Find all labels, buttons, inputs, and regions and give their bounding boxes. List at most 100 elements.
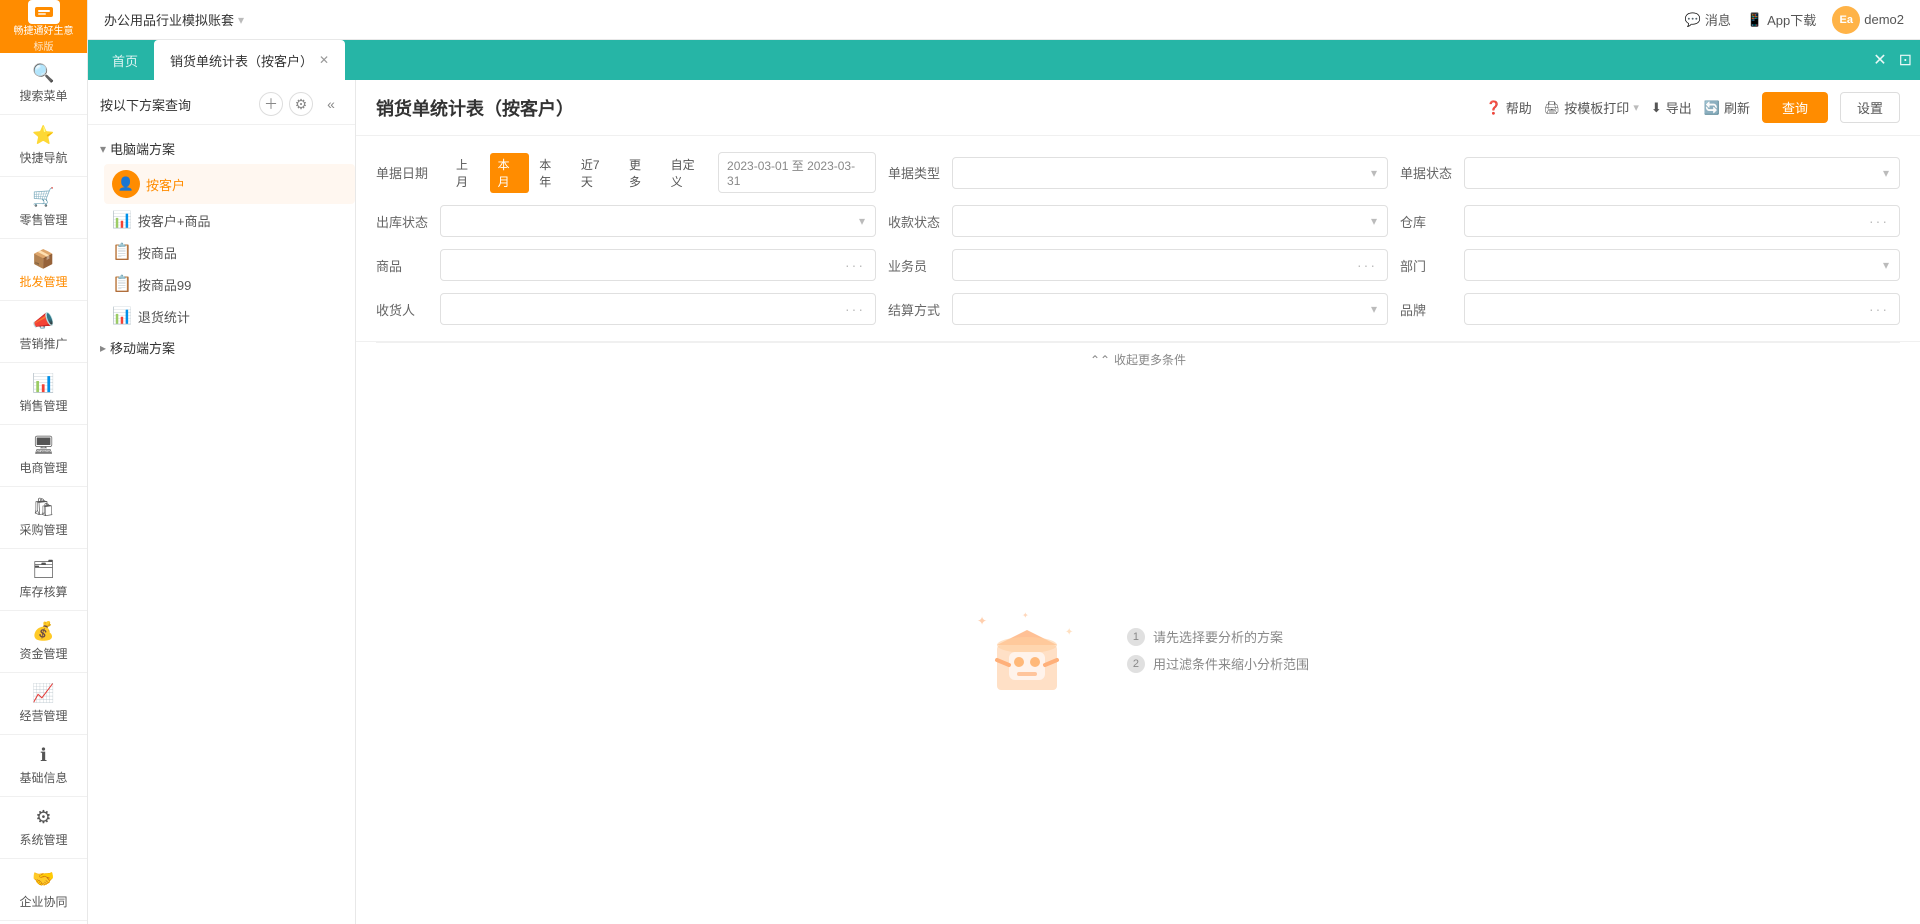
collapse-panel-btn[interactable]: « xyxy=(319,92,343,116)
department-select[interactable]: ▾ xyxy=(1464,249,1900,281)
tree-leaf-by-goods[interactable]: 📋 按商品 xyxy=(104,236,355,268)
tree-leaf-by-customer-goods[interactable]: 📊 按客户+商品 xyxy=(104,204,355,236)
date-tab-last-7-days[interactable]: 近7天 xyxy=(573,153,619,193)
filter-row-3: 商品 ··· 业务员 ··· 部门 xyxy=(376,249,1900,281)
app-name: 畅捷通好生意 xyxy=(14,26,74,38)
settlement-select[interactable]: ▾ xyxy=(952,293,1388,325)
tree-leaf-label-by-goods-99: 按商品99 xyxy=(138,275,191,294)
date-tab-last-month[interactable]: 上月 xyxy=(448,153,488,193)
order-status-select[interactable]: ▾ xyxy=(1464,157,1900,189)
ecommerce-icon: 🖥 xyxy=(32,435,55,456)
date-tab-this-month[interactable]: 本月 xyxy=(490,153,530,193)
tab-home[interactable]: 首页 xyxy=(96,40,154,80)
date-tab-more[interactable]: 更多 xyxy=(621,153,661,193)
search-menu-icon: 🔍 xyxy=(32,63,54,84)
svg-text:✦: ✦ xyxy=(1065,627,1073,638)
tab-sales-stat[interactable]: 销货单统计表（按客户） ✕ xyxy=(154,40,345,80)
date-range-value: 2023-03-01 至 2023-03-31 xyxy=(727,159,855,188)
tabs-bar: 首页 销货单统计表（按客户） ✕ ✕ ⊡ xyxy=(88,40,1920,80)
export-btn[interactable]: ⬇ 导出 xyxy=(1651,98,1692,117)
sidebar-item-finance-mgmt[interactable]: 💰 资金管理 xyxy=(0,611,88,673)
order-type-select[interactable]: ▾ xyxy=(952,157,1388,189)
quick-nav-icon: ⭐ xyxy=(32,125,54,146)
collapse-more-btn[interactable]: ⌃⌃ 收起更多条件 xyxy=(376,342,1900,376)
tree-parent-desktop[interactable]: 电脑端方案 xyxy=(88,133,355,164)
tree-parent-mobile[interactable]: 移动端方案 xyxy=(88,332,355,363)
sidebar-item-stock-calc[interactable]: 🗂 库存核算 xyxy=(0,549,88,611)
marketing-icon: 📣 xyxy=(32,311,54,332)
right-panel: 销货单统计表（按客户） ❓ 帮助 🖨 按模板打印 ▾ ⬇ 导出 xyxy=(356,80,1920,924)
collab-icon: 🤝 xyxy=(32,869,54,890)
sidebar-item-wholesale-mgmt[interactable]: 📦 批发管理 xyxy=(0,239,88,301)
goods-select[interactable]: ··· xyxy=(440,249,876,281)
receipt-status-select[interactable]: ▾ xyxy=(952,205,1388,237)
active-indicator: 👤 xyxy=(112,170,140,198)
salesperson-select[interactable]: ··· xyxy=(952,249,1388,281)
content-area: 按以下方案查询 ＋ ⚙ « 电脑端方案 👤 xyxy=(88,80,1920,924)
chevron-department: ▾ xyxy=(1883,258,1889,272)
topbar-right: 💬 消息 📱 App下载 Ea demo2 xyxy=(1685,6,1904,34)
sidebar-item-retail-mgmt[interactable]: 🛒 零售管理 xyxy=(0,177,88,239)
order-type-label: 单据类型 xyxy=(888,163,944,182)
date-tab-custom[interactable]: 自定义 xyxy=(663,153,714,193)
date-range-input[interactable]: 2023-03-01 至 2023-03-31 xyxy=(718,152,876,193)
close-tab-btn[interactable]: ✕ xyxy=(1873,50,1886,70)
help-label: 帮助 xyxy=(1506,98,1532,117)
sidebar-item-label: 采购管理 xyxy=(19,521,67,538)
settlement-label: 结算方式 xyxy=(888,300,944,319)
warehouse-select[interactable]: ··· xyxy=(1464,205,1900,237)
main-area: 办公用品行业模拟账套 ▾ 💬 消息 📱 App下载 Ea demo2 首页 xyxy=(88,0,1920,924)
out-status-select[interactable]: ▾ xyxy=(440,205,876,237)
sidebar-item-sys-mgmt[interactable]: ⚙ 系统管理 xyxy=(0,797,88,859)
print-icon: 🖨 xyxy=(1544,100,1561,116)
list-icon: 📋 xyxy=(112,242,132,262)
help-btn[interactable]: ❓ 帮助 xyxy=(1486,98,1532,117)
sidebar-item-label: 搜索菜单 xyxy=(19,87,67,104)
app-logo[interactable]: 畅捷通好生意 标版 xyxy=(0,0,88,53)
maximize-btn[interactable]: ⊡ xyxy=(1899,50,1912,70)
tab-close-icon[interactable]: ✕ xyxy=(319,53,329,67)
account-dropdown[interactable]: 办公用品行业模拟账套 ▾ xyxy=(104,10,244,29)
refresh-btn[interactable]: 🔄 刷新 xyxy=(1704,98,1750,117)
date-tab-this-year[interactable]: 本年 xyxy=(531,153,571,193)
sidebar-item-search-menu[interactable]: 🔍 搜索菜单 xyxy=(0,53,88,115)
settings-button[interactable]: 设置 xyxy=(1840,92,1900,123)
filter-brand: 品牌 ··· xyxy=(1400,293,1900,325)
filter-receipt-status: 收款状态 ▾ xyxy=(888,205,1388,237)
sidebar-item-basic-info[interactable]: ℹ 基础信息 xyxy=(0,735,88,797)
scheme-tree: 电脑端方案 👤 按客户 📊 按客户+商品 📋 xyxy=(88,125,355,371)
receiver-select[interactable]: ··· xyxy=(440,293,876,325)
query-button[interactable]: 查询 xyxy=(1762,92,1828,123)
tree-leaf-return-stats[interactable]: 📊 退货统计 xyxy=(104,300,355,332)
chevron-out-status: ▾ xyxy=(859,214,865,228)
refresh-label: 刷新 xyxy=(1724,98,1750,117)
filter-row-2: 出库状态 ▾ 收款状态 ▾ 仓库 xyxy=(376,205,1900,237)
ellipsis-goods: ··· xyxy=(845,257,865,273)
sidebar-item-label: 经营管理 xyxy=(19,707,67,724)
template-print-label: 按模板打印 xyxy=(1564,98,1629,117)
sidebar-item-enterprise-collab[interactable]: 🤝 企业协同 xyxy=(0,859,88,921)
empty-tips: 1 请先选择要分析的方案 2 用过滤条件来缩小分析范围 xyxy=(1127,627,1309,673)
tabs-right-actions: ✕ ⊡ xyxy=(1873,50,1912,70)
user-name: demo2 xyxy=(1864,12,1904,27)
sys-icon: ⚙ xyxy=(35,807,51,828)
settings-scheme-btn[interactable]: ⚙ xyxy=(289,92,313,116)
user-profile[interactable]: Ea demo2 xyxy=(1832,6,1904,34)
tree-leaf-by-goods-99[interactable]: 📋 按商品99 xyxy=(104,268,355,300)
message-btn[interactable]: 💬 消息 xyxy=(1685,10,1731,29)
template-print-btn[interactable]: 🖨 按模板打印 ▾ xyxy=(1544,98,1639,117)
tree-leaf-by-customer[interactable]: 👤 按客户 xyxy=(104,164,355,204)
sidebar-item-quick-nav[interactable]: ⭐ 快捷导航 xyxy=(0,115,88,177)
sidebar-item-ecommerce[interactable]: 🖥 电商管理 xyxy=(0,425,88,487)
sidebar-item-marketing[interactable]: 📣 营销推广 xyxy=(0,301,88,363)
sidebar-item-label: 快捷导航 xyxy=(19,149,67,166)
sidebar-item-sales-mgmt[interactable]: 📊 销售管理 xyxy=(0,363,88,425)
avatar: Ea xyxy=(1832,6,1860,34)
help-icon: ❓ xyxy=(1486,100,1502,116)
brand-select[interactable]: ··· xyxy=(1464,293,1900,325)
sidebar-item-purchase-mgmt[interactable]: 🛍 采购管理 xyxy=(0,487,88,549)
sidebar-item-operations-mgmt[interactable]: 📈 经营管理 xyxy=(0,673,88,735)
tree-children-desktop: 👤 按客户 📊 按客户+商品 📋 按商品 📋 按商品99 xyxy=(88,164,355,332)
app-download-btn[interactable]: 📱 App下载 xyxy=(1747,10,1816,29)
add-scheme-btn[interactable]: ＋ xyxy=(259,92,283,116)
